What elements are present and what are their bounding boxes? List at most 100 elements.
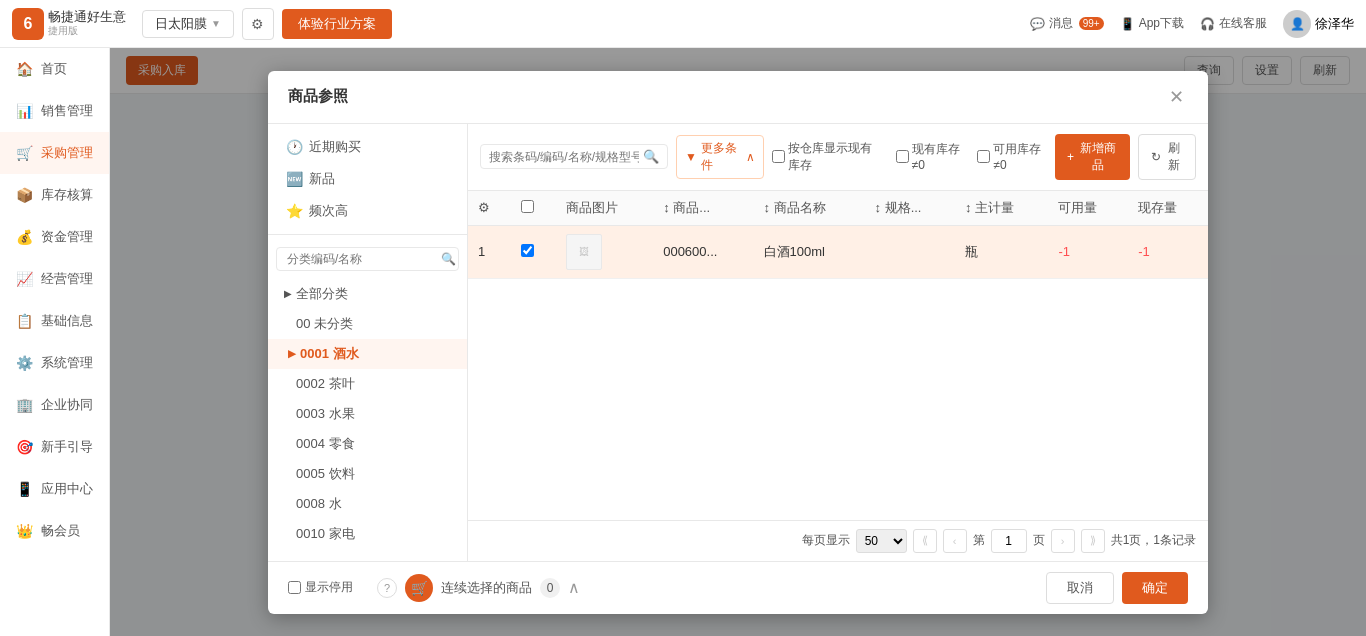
modal-overlay: 商品参照 ✕ 🕐 近期购买 🆕 (110, 48, 1366, 636)
per-page-select[interactable]: 50 100 200 (856, 529, 907, 553)
row-checkbox[interactable] (511, 225, 556, 278)
checkbox-stock-nonzero-input[interactable] (896, 150, 909, 163)
home-icon: 🏠 (16, 61, 33, 77)
col-name[interactable]: ↕ 商品名称 (754, 191, 865, 226)
cat-item-00[interactable]: 00 未分类 (268, 309, 467, 339)
show-disabled-label: 显示停用 (305, 579, 353, 596)
headphone-icon: 🎧 (1200, 17, 1215, 31)
selected-label: 连续选择的商品 (441, 579, 532, 597)
checkbox-warehouse[interactable]: 按仓库显示现有库存 (772, 140, 884, 174)
sidebar-item-corp[interactable]: 🏢 企业协同 (0, 384, 109, 426)
nav-item-recent[interactable]: 🕐 近期购买 (276, 132, 459, 162)
sidebar-item-sales[interactable]: 📊 销售管理 (0, 90, 109, 132)
next-page-button[interactable]: › (1051, 529, 1075, 553)
sidebar-item-home[interactable]: 🏠 首页 (0, 48, 109, 90)
per-page-label: 每页显示 (802, 532, 850, 549)
finance-icon: 💰 (16, 229, 33, 245)
page-number-input[interactable] (991, 529, 1027, 553)
cancel-button[interactable]: 取消 (1046, 572, 1114, 604)
cat-item-all-label: 全部分类 (296, 285, 348, 303)
col-stock: 现存量 (1128, 191, 1208, 226)
toolbar: 🔍 ▼ 更多条件 ∧ 按仓库显示现有库存 (468, 124, 1208, 191)
sidebar-item-sales-label: 销售管理 (41, 102, 93, 120)
cat-item-0003[interactable]: 0003 水果 (268, 399, 467, 429)
cat-item-0005[interactable]: 0005 饮料 (268, 459, 467, 489)
corp-icon: 🏢 (16, 397, 33, 413)
sidebar-item-purchase[interactable]: 🛒 采购管理 (0, 132, 109, 174)
checkbox-available-nonzero[interactable]: 可用库存≠0 (977, 141, 1047, 172)
cat-item-0002[interactable]: 0002 茶叶 (268, 369, 467, 399)
mobile-icon: 📱 (1120, 17, 1135, 31)
col-spec[interactable]: ↕ 规格... (865, 191, 956, 226)
sidebar-item-basic[interactable]: 📋 基础信息 (0, 300, 109, 342)
modal-close-button[interactable]: ✕ (1164, 85, 1188, 109)
table-row[interactable]: 1 🖼 000600... 白酒100ml 瓶 (468, 225, 1208, 278)
col-image: 商品图片 (556, 191, 653, 226)
col-code[interactable]: ↕ 商品... (653, 191, 753, 226)
avatar-area[interactable]: 👤 徐泽华 (1283, 10, 1354, 38)
col-checkbox[interactable] (511, 191, 556, 226)
checkbox-warehouse-input[interactable] (772, 150, 785, 163)
cat-item-0010[interactable]: 0010 家电 (268, 519, 467, 549)
category-search[interactable]: 🔍 (276, 247, 459, 271)
collapse-arrow-icon[interactable]: ∧ (568, 578, 580, 597)
row-name: 白酒100ml (754, 225, 865, 278)
app-download-item[interactable]: 📱 App下载 (1120, 15, 1184, 32)
sidebar-item-system[interactable]: ⚙️ 系统管理 (0, 342, 109, 384)
cat-item-0001[interactable]: ▶ 0001 酒水 (268, 339, 467, 369)
content-area: 采购入库 查询 设置 刷新 商品参照 ✕ (110, 48, 1366, 636)
sidebar-item-vip[interactable]: 👑 畅会员 (0, 510, 109, 552)
pagination: 每页显示 50 100 200 ⟪ ‹ 第 页 › (468, 520, 1208, 561)
select-all-checkbox[interactable] (521, 200, 534, 213)
checkbox-stock-nonzero[interactable]: 现有库存≠0 (896, 141, 966, 172)
col-available: 可用量 (1048, 191, 1128, 226)
nav-selector-label: 日太阳膜 (155, 15, 207, 33)
category-search-input[interactable] (287, 252, 437, 266)
basic-icon: 📋 (16, 313, 33, 329)
first-page-button[interactable]: ⟪ (913, 529, 937, 553)
show-disabled-checkbox[interactable]: 显示停用 (288, 579, 353, 596)
sidebar-item-basic-label: 基础信息 (41, 312, 93, 330)
online-service-item[interactable]: 🎧 在线客服 (1200, 15, 1267, 32)
row-available: -1 (1048, 225, 1128, 278)
checkbox-available-nonzero-input[interactable] (977, 150, 990, 163)
sales-icon: 📊 (16, 103, 33, 119)
cat-item-0003-label: 0003 水果 (296, 405, 355, 423)
last-page-button[interactable]: ⟫ (1081, 529, 1105, 553)
cat-item-all[interactable]: ▶ 全部分类 (268, 279, 467, 309)
nav-item-new[interactable]: 🆕 新品 (276, 164, 459, 194)
sidebar-item-operation[interactable]: 📈 经营管理 (0, 258, 109, 300)
modal-footer: 显示停用 ? 🛒 连续选择的商品 0 ∧ 取消 确定 (268, 561, 1208, 614)
main-layout: 🏠 首页 📊 销售管理 🛒 采购管理 📦 库存核算 💰 资金管理 📈 经营管理 … (0, 48, 1366, 636)
nav-item-freq[interactable]: ⭐ 频次高 (276, 196, 459, 226)
cat-search-icon: 🔍 (441, 252, 456, 266)
trial-button[interactable]: 体验行业方案 (282, 9, 392, 39)
product-search-input[interactable] (489, 150, 639, 164)
sidebar-item-guide-label: 新手引导 (41, 438, 93, 456)
cart-icon[interactable]: 🛒 (405, 574, 433, 602)
sidebar-item-guide[interactable]: 🎯 新手引导 (0, 426, 109, 468)
messages-item[interactable]: 💬 消息 99+ (1030, 15, 1104, 32)
show-disabled-input[interactable] (288, 581, 301, 594)
refresh-button[interactable]: ↻ 刷新 (1138, 134, 1197, 180)
col-unit[interactable]: ↕ 主计量 (955, 191, 1048, 226)
sidebar-item-apps[interactable]: 📱 应用中心 (0, 468, 109, 510)
product-search-box[interactable]: 🔍 (480, 144, 668, 169)
help-button[interactable]: ? (377, 578, 397, 598)
checkbox-stock-nonzero-label: 现有库存≠0 (912, 141, 966, 172)
add-product-button[interactable]: + 新增商品 (1055, 134, 1129, 180)
logo-text: 畅捷通好生意 (48, 9, 126, 25)
checkbox-filters: 按仓库显示现有库存 现有库存≠0 可用库存≠0 (772, 140, 1047, 174)
cat-item-0008[interactable]: 0008 水 (268, 489, 467, 519)
confirm-button[interactable]: 确定 (1122, 572, 1188, 604)
cat-item-0004[interactable]: 0004 零食 (268, 429, 467, 459)
more-filter-button[interactable]: ▼ 更多条件 ∧ (676, 135, 764, 179)
nav-selector[interactable]: 日太阳膜 ▼ (142, 10, 234, 38)
col-settings[interactable]: ⚙ (468, 191, 511, 226)
sidebar-item-inventory[interactable]: 📦 库存核算 (0, 174, 109, 216)
gear-button[interactable]: ⚙ (242, 8, 274, 40)
sidebar-item-vip-label: 畅会员 (41, 522, 80, 540)
sidebar-item-finance[interactable]: 💰 资金管理 (0, 216, 109, 258)
prev-page-button[interactable]: ‹ (943, 529, 967, 553)
filter-arrow-icon: ∧ (746, 150, 755, 164)
